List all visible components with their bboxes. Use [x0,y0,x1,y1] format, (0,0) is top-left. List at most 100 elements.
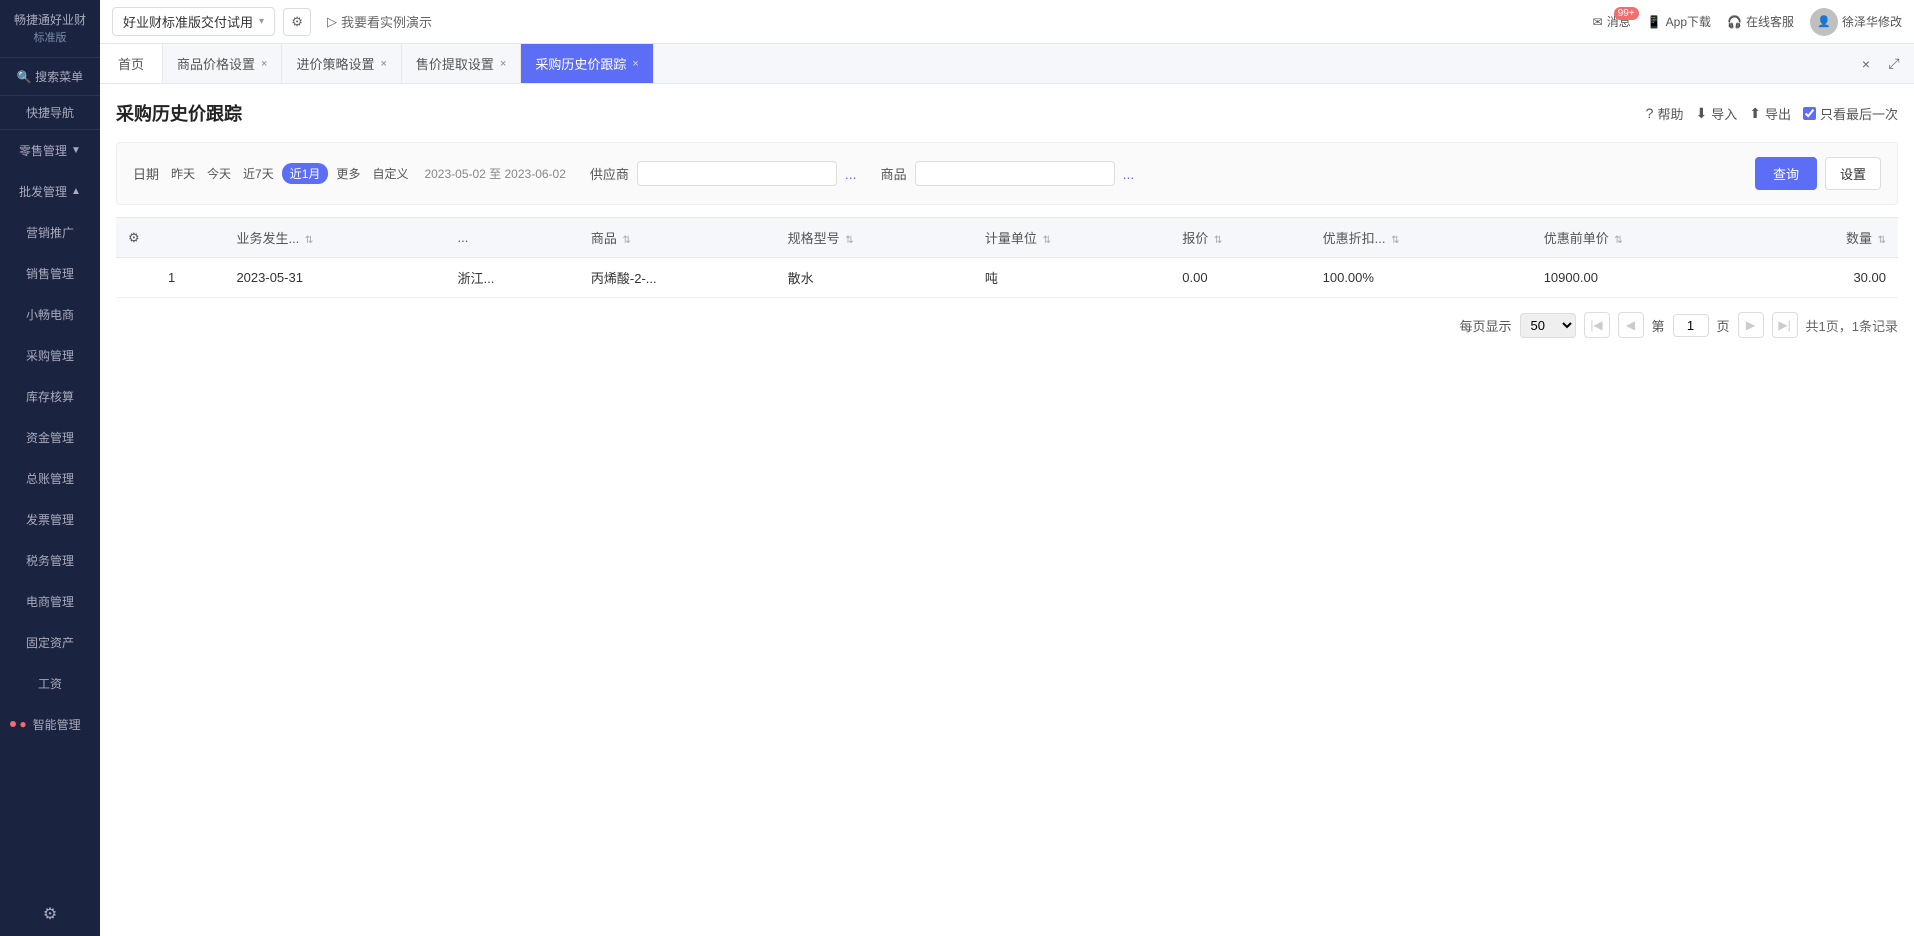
th-discount[interactable]: 优惠折扣... ⇅ [1311,218,1532,258]
help-button[interactable]: ? 帮助 [1646,104,1684,123]
tab-history-price[interactable]: 采购历史价跟踪 × [521,44,653,83]
sort-icon: ⇅ [305,235,313,246]
sidebar-item-tax[interactable]: 税务管理 [0,540,100,581]
sidebar-item-assets[interactable]: 固定资产 [0,622,100,663]
sidebar-item-hr[interactable]: 工资 [0,663,100,704]
setting-button[interactable]: 设置 [1825,157,1881,190]
tab-sell-extract[interactable]: 售价提取设置 × [402,44,521,83]
chevron-down-icon: ▼ [71,145,81,156]
th-goods[interactable]: 商品 ⇅ [579,218,776,258]
demo-button[interactable]: ▷ 我要看实例演示 [327,12,432,31]
sort-icon: ⇅ [1214,235,1222,246]
cell-quantity: 30.00 [1758,258,1898,298]
th-pre-discount-price-label: 优惠前单价 [1544,231,1609,246]
th-unit-label: 计量单位 [985,231,1037,246]
only-last-input[interactable] [1803,107,1816,120]
sidebar-item-label: 总账管理 [26,470,74,487]
topbar-gear-button[interactable]: ⚙ [283,8,311,36]
page-title: 采购历史价跟踪 [116,100,242,126]
last-page-button[interactable]: ▶| [1772,312,1798,338]
sidebar-item-sales[interactable]: 销售管理 [0,253,100,294]
th-pre-discount-price[interactable]: 优惠前单价 ⇅ [1532,218,1758,258]
th-biz-date[interactable]: 业务发生... ⇅ [224,218,445,258]
sidebar-item-label: 采购管理 [26,347,74,364]
cell-discount: 100.00% [1311,258,1532,298]
th-quantity[interactable]: 数量 ⇅ [1758,218,1898,258]
online-service-button[interactable]: 🎧 在线客服 [1727,13,1794,30]
export-button[interactable]: ⬆ 导出 [1749,104,1791,123]
user-profile-button[interactable]: 👤 徐泽华修改 [1810,8,1902,36]
sidebar-item-finance[interactable]: 资金管理 [0,417,100,458]
tab-home[interactable]: 首页 [100,44,163,83]
sidebar-item-ecom[interactable]: 电商管理 [0,581,100,622]
version-selector[interactable]: 好业财标准版交付试用 ▾ [112,7,275,36]
sidebar-item-ledger[interactable]: 总账管理 [0,458,100,499]
sidebar-search[interactable]: 🔍 搜索菜单 [0,58,100,96]
page-number-input[interactable] [1673,314,1709,337]
tab-purchase-strategy[interactable]: 进价策略设置 × [282,44,401,83]
first-page-button[interactable]: |◀ [1584,312,1610,338]
message-button[interactable]: ✉ 消息 99+ [1593,13,1631,30]
sidebar-item-ecom-small[interactable]: 小畅电商 [0,294,100,335]
next-page-button[interactable]: ▶ [1738,312,1764,338]
date-btn-7days[interactable]: 近7天 [239,163,278,184]
sidebar-item-inventory[interactable]: 库存核算 [0,376,100,417]
search-icon: 🔍 [17,70,32,84]
sidebar-item-label: 电商管理 [26,593,74,610]
sort-icon: ⇅ [845,235,853,246]
supplier-input[interactable] [637,161,837,186]
sidebar-item-marketing[interactable]: 营销推广 [0,212,100,253]
supplier-more-icon[interactable]: ... [845,166,857,182]
sidebar-item-label: 批发管理 [19,183,67,200]
th-unit[interactable]: 计量单位 ⇅ [973,218,1170,258]
th-more[interactable]: ... [446,218,579,258]
tab-price[interactable]: 商品价格设置 × [163,44,282,83]
close-icon[interactable]: × [632,58,638,70]
tabbar: 首页 商品价格设置 × 进价策略设置 × 售价提取设置 × 采购历史价跟踪 × … [100,44,1914,84]
close-icon[interactable]: × [380,58,386,70]
th-price[interactable]: 报价 ⇅ [1170,218,1310,258]
sort-icon: ⇅ [1878,235,1886,246]
only-last-checkbox[interactable]: 只看最后一次 [1803,104,1898,123]
export-icon: ⬆ [1749,105,1761,122]
goods-label: 商品 [881,164,907,183]
sidebar-item-label: 零售管理 [19,142,67,159]
close-tab-button[interactable]: × [1854,52,1878,76]
close-icon[interactable]: × [500,58,506,70]
per-page-select[interactable]: 20 50 100 200 [1520,313,1576,338]
query-button[interactable]: 查询 [1755,157,1817,190]
cell-biz-date: 2023-05-31 [224,258,445,298]
import-icon: ⬇ [1695,105,1707,122]
th-spec[interactable]: 规格型号 ⇅ [776,218,973,258]
sidebar: 畅捷通好业财 标准版 🔍 搜索菜单 快捷导航 零售管理 ▼ 批发管理 ▲ 营销推… [0,0,100,936]
app-download-button[interactable]: 📱 App下载 [1647,13,1711,30]
date-btn-1month[interactable]: 近1月 [282,163,329,184]
th-gear[interactable]: ⚙ [116,218,156,258]
settings-icon[interactable]: ⚙ [43,906,57,923]
goods-input[interactable] [915,161,1115,186]
sidebar-quick-nav[interactable]: 快捷导航 [0,96,100,130]
message-badge: 99+ [1614,7,1639,20]
sidebar-item-smart[interactable]: ● 智能管理 [0,704,100,745]
tab-price-label: 商品价格设置 [177,54,255,73]
total-info: 共1页，1条记录 [1806,316,1898,335]
sidebar-item-retail[interactable]: 零售管理 ▼ [0,130,100,171]
close-icon[interactable]: × [261,58,267,70]
date-btn-today[interactable]: 今天 [203,163,235,184]
table-header-row: ⚙ 业务发生... ⇅ ... 商品 ⇅ 规格型号 ⇅ [116,218,1898,258]
date-btn-more[interactable]: 更多 [332,163,364,184]
data-table: ⚙ 业务发生... ⇅ ... 商品 ⇅ 规格型号 ⇅ [116,217,1898,298]
goods-more-icon[interactable]: ... [1123,166,1135,182]
main-content: 好业财标准版交付试用 ▾ ⚙ ▷ 我要看实例演示 ✉ 消息 99+ 📱 App下… [100,0,1914,936]
date-btn-custom[interactable]: 自定义 [368,163,412,184]
prev-page-button[interactable]: ◀ [1618,312,1644,338]
sidebar-item-invoice[interactable]: 发票管理 [0,499,100,540]
dot-icon: ● [19,717,26,731]
cell-pre-discount-price: 10900.00 [1532,258,1758,298]
sidebar-item-purchase[interactable]: 采购管理 [0,335,100,376]
sidebar-item-wholesale[interactable]: 批发管理 ▲ [0,171,100,212]
import-button[interactable]: ⬇ 导入 [1695,104,1737,123]
expand-tab-button[interactable]: ⤢ [1882,52,1906,76]
date-btn-yesterday[interactable]: 昨天 [167,163,199,184]
sidebar-item-label: 发票管理 [26,511,74,528]
